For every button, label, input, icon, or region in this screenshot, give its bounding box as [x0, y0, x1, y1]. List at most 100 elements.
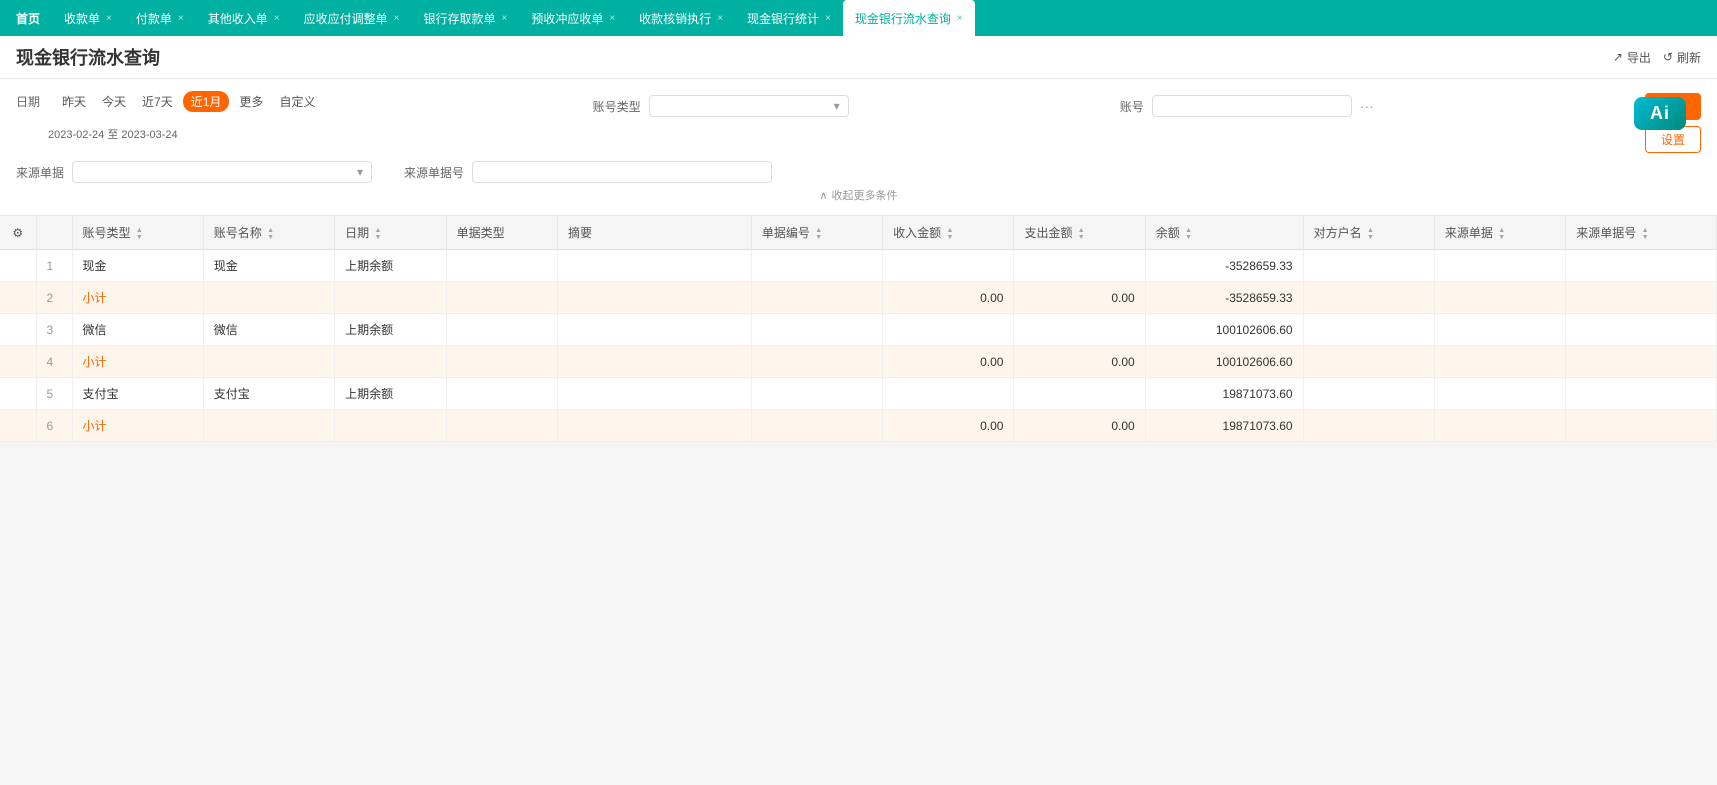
refresh-button[interactable]: ↺ 刷新 — [1663, 49, 1701, 66]
table-cell: 19871073.60 — [1145, 378, 1303, 410]
sort-icon-income: ▲▼ — [947, 227, 954, 241]
nav-tab-receipts[interactable]: 收款单 × — [52, 0, 124, 36]
settings-button[interactable]: 设置 — [1645, 126, 1701, 153]
nav-tab-cash-bank-stat[interactable]: 现金银行统计 × — [735, 0, 843, 36]
th-counterparty[interactable]: 对方户名 ▲▼ — [1303, 216, 1434, 250]
table-cell — [203, 410, 334, 442]
sort-icon-source-doc: ▲▼ — [1498, 227, 1505, 241]
table-cell — [0, 282, 36, 314]
date-btn-more[interactable]: 更多 — [233, 91, 269, 112]
th-source-doc-no[interactable]: 来源单据号 ▲▼ — [1566, 216, 1717, 250]
table-cell: 2 — [36, 282, 72, 314]
nav-tab-payments[interactable]: 付款单 × — [124, 0, 196, 36]
table-cell: 100102606.60 — [1145, 346, 1303, 378]
table-row[interactable]: 2小计0.000.00-3528659.33 — [0, 282, 1717, 314]
table-cell: 0.00 — [1014, 410, 1145, 442]
table-cell — [1566, 250, 1717, 282]
nav-tab-bank-deposit[interactable]: 银行存取款单 × — [411, 0, 519, 36]
th-source-doc[interactable]: 来源单据 ▲▼ — [1434, 216, 1565, 250]
top-navigation: 首页 收款单 × 付款单 × 其他收入单 × 应收应付调整单 × 银行存取款单 … — [0, 0, 1717, 36]
account-input[interactable] — [1152, 95, 1352, 117]
nav-tab-receipt-verify-close[interactable]: × — [717, 13, 723, 24]
table-cell — [1303, 410, 1434, 442]
nav-tab-cash-bank-query-close[interactable]: × — [957, 13, 963, 24]
nav-tab-receipts-close[interactable]: × — [106, 13, 112, 24]
nav-tab-other-income[interactable]: 其他收入单 × — [196, 0, 292, 36]
ai-badge[interactable]: Ai — [1634, 97, 1686, 130]
date-btn-yesterday[interactable]: 昨天 — [56, 91, 92, 112]
table-cell: 0.00 — [883, 282, 1014, 314]
table-cell — [751, 314, 882, 346]
source-doc-num-input[interactable] — [472, 161, 772, 183]
nav-tab-receipt-verify[interactable]: 收款核销执行 × — [627, 0, 735, 36]
export-button[interactable]: ↗ 导出 — [1613, 49, 1651, 66]
th-doc-no[interactable]: 单据编号 ▲▼ — [751, 216, 882, 250]
refresh-label: 刷新 — [1677, 49, 1701, 66]
table-cell: 上期余额 — [335, 250, 446, 282]
th-balance[interactable]: 余额 ▲▼ — [1145, 216, 1303, 250]
th-account-type[interactable]: 账号类型 ▲▼ — [72, 216, 203, 250]
th-date[interactable]: 日期 ▲▼ — [335, 216, 446, 250]
filter-area: 日期 昨天 今天 近7天 近1月 更多 自定义 2023-02-24 至 202… — [0, 79, 1717, 216]
nav-tab-prepay-ar[interactable]: 预收冲应收单 × — [519, 0, 627, 36]
account-dots[interactable]: ··· — [1360, 98, 1374, 114]
th-summary: 摘要 — [558, 216, 752, 250]
th-account-name[interactable]: 账号名称 ▲▼ — [203, 216, 334, 250]
nav-tab-payments-close[interactable]: × — [178, 13, 184, 24]
collapse-bar[interactable]: ∧ 收起更多条件 — [16, 183, 1701, 203]
nav-tab-cash-bank-query[interactable]: 现金银行流水查询 × — [843, 0, 975, 36]
th-gear[interactable]: ⚙ — [0, 216, 36, 250]
table-row[interactable]: 4小计0.000.00100102606.60 — [0, 346, 1717, 378]
table-cell — [1014, 378, 1145, 410]
table-row[interactable]: 5支付宝支付宝上期余额19871073.60 — [0, 378, 1717, 410]
nav-tab-ar-ap-label: 应收应付调整单 — [304, 10, 388, 27]
table-row[interactable]: 3微信微信上期余额100102606.60 — [0, 314, 1717, 346]
table-area: ⚙ 账号类型 ▲▼ 账号名称 ▲▼ 日期 ▲▼ 单据类型 — [0, 216, 1717, 442]
table-cell — [1303, 282, 1434, 314]
account-type-select[interactable]: ▾ — [649, 95, 849, 117]
date-btn-custom[interactable]: 自定义 — [273, 91, 321, 112]
table-row[interactable]: 1现金现金上期余额-3528659.33 — [0, 250, 1717, 282]
table-cell — [1566, 378, 1717, 410]
source-doc-label: 来源单据 — [16, 164, 64, 181]
date-btn-today[interactable]: 今天 — [96, 91, 132, 112]
th-expense[interactable]: 支出金额 ▲▼ — [1014, 216, 1145, 250]
table-cell — [446, 378, 557, 410]
date-btn-1month[interactable]: 近1月 — [183, 91, 230, 112]
nav-tab-ar-ap-adjust[interactable]: 应收应付调整单 × — [292, 0, 412, 36]
table-cell: 小计 — [72, 346, 203, 378]
gear-icon: ⚙ — [12, 226, 23, 240]
account-type-label: 账号类型 — [593, 98, 641, 115]
table-cell: 上期余额 — [335, 378, 446, 410]
th-income[interactable]: 收入金额 ▲▼ — [883, 216, 1014, 250]
table-cell — [1303, 346, 1434, 378]
table-cell — [751, 250, 882, 282]
table-cell — [1014, 314, 1145, 346]
table-cell — [1566, 346, 1717, 378]
nav-tab-bank-deposit-close[interactable]: × — [501, 13, 507, 24]
table-cell — [446, 250, 557, 282]
table-cell — [1014, 250, 1145, 282]
data-table: ⚙ 账号类型 ▲▼ 账号名称 ▲▼ 日期 ▲▼ 单据类型 — [0, 216, 1717, 442]
table-cell — [1303, 314, 1434, 346]
date-btn-7days[interactable]: 近7天 — [136, 91, 179, 112]
nav-tab-other-income-close[interactable]: × — [274, 13, 280, 24]
sort-icon-account-type: ▲▼ — [136, 227, 143, 241]
table-cell: 1 — [36, 250, 72, 282]
table-row[interactable]: 6小计0.000.0019871073.60 — [0, 410, 1717, 442]
th-doc-type: 单据类型 — [446, 216, 557, 250]
nav-tab-ar-ap-close[interactable]: × — [394, 13, 400, 24]
nav-tab-prepay-ar-close[interactable]: × — [609, 13, 615, 24]
source-doc-dropdown-icon: ▾ — [357, 165, 363, 179]
table-cell — [751, 378, 882, 410]
nav-tab-home[interactable]: 首页 — [4, 0, 52, 36]
source-doc-select[interactable]: ▾ — [72, 161, 372, 183]
table-cell: 0.00 — [1014, 282, 1145, 314]
table-cell — [883, 314, 1014, 346]
sort-icon-balance: ▲▼ — [1185, 227, 1192, 241]
nav-tab-cash-bank-stat-close[interactable]: × — [825, 13, 831, 24]
table-cell — [883, 378, 1014, 410]
table-cell: 100102606.60 — [1145, 314, 1303, 346]
account-type-dropdown-icon: ▾ — [834, 99, 840, 113]
table-cell — [1434, 282, 1565, 314]
